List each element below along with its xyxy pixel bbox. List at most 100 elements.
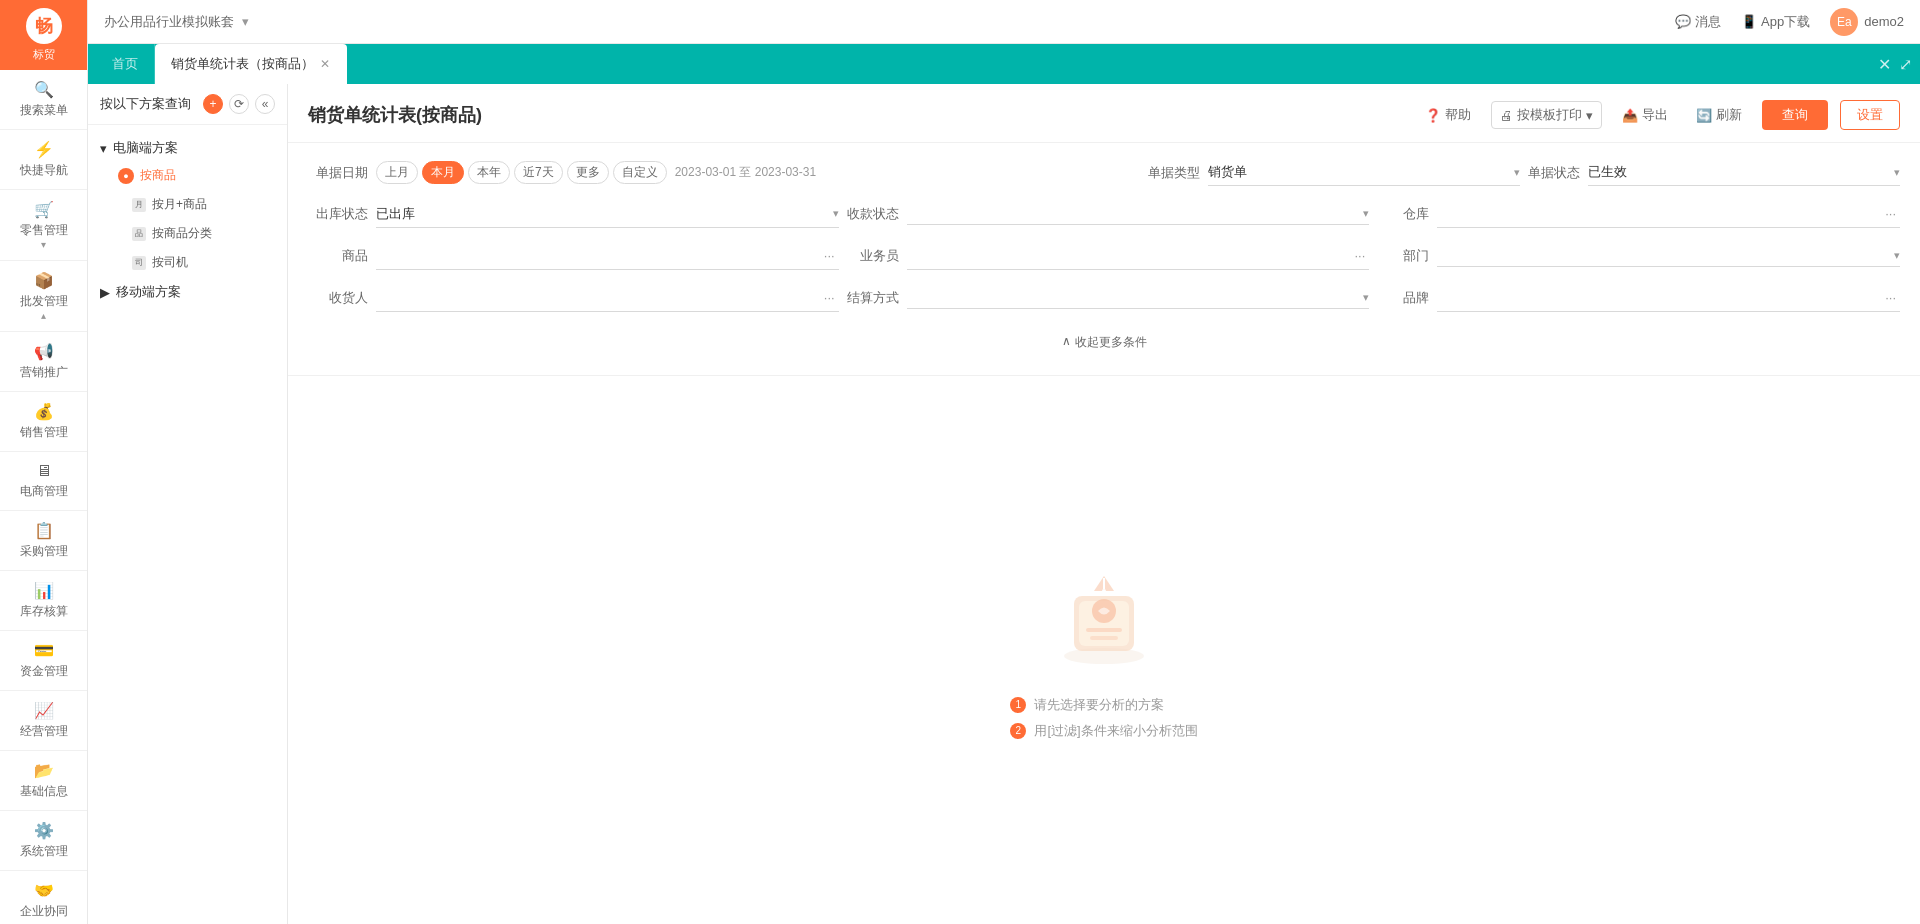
scheme-tree: ▾ 电脑端方案 ● 按商品 月 按月+商品 品 按商品分类 司 按司机 <box>88 125 287 313</box>
refresh-scheme-button[interactable]: ⟳ <box>229 94 249 114</box>
date-range-text: 2023-03-01 至 2023-03-31 <box>675 164 816 181</box>
more-options-icon[interactable]: ··· <box>1351 246 1370 265</box>
scheme-goods-category[interactable]: 品 按商品分类 <box>88 219 287 248</box>
sidebar-item-quick-nav[interactable]: ⚡ 快捷导航 <box>0 130 88 190</box>
sidebar-item-system[interactable]: ⚙️ 系统管理 <box>0 811 88 871</box>
brand-select[interactable]: ··· <box>1437 284 1900 312</box>
more-options-icon[interactable]: ··· <box>820 246 839 265</box>
chevron-down-icon: ▾ <box>1586 108 1593 123</box>
filter-doc-status: 单据状态 已生效 ▾ <box>1520 159 1900 186</box>
filter-out-status: 出库状态 已出库 ▾ <box>308 201 839 228</box>
tab-close-all-button[interactable]: ✕ <box>1878 55 1891 74</box>
sidebar-item-inventory[interactable]: 📊 库存核算 <box>0 571 88 631</box>
department-select[interactable]: ▾ <box>1437 245 1900 267</box>
mobile-scheme-group[interactable]: ▶ 移动端方案 <box>88 277 287 305</box>
tab-bar: 首页 销货单统计表（按商品） ✕ ✕ ⤢ <box>88 44 1920 84</box>
salesman-select[interactable]: ··· <box>907 242 1370 270</box>
top-header: 办公用品行业模拟账套 ▾ 💬 消息 📱 App下载 Ea demo2 <box>88 0 1920 44</box>
more-options-icon[interactable]: ··· <box>820 288 839 307</box>
chevron-down-icon: ▾ <box>41 239 46 250</box>
settings-button[interactable]: 设置 <box>1840 100 1900 130</box>
chevron-up-icon: ∧ <box>1062 334 1071 351</box>
sidebar: 畅 标贸 🔍 搜索菜单 ⚡ 快捷导航 🛒 零售管理 ▾ 📦 批发管理 ▴ 📢 营… <box>0 0 88 924</box>
settlement-label: 结算方式 <box>839 289 899 307</box>
left-panel-header: 按以下方案查询 + ⟳ « <box>88 84 287 125</box>
doc-type-select[interactable]: 销货单 ▾ <box>1208 159 1520 186</box>
help-button[interactable]: ❓ 帮助 <box>1417 102 1479 128</box>
filter-salesman: 业务员 ··· <box>839 242 1370 270</box>
date-btn-7days[interactable]: 近7天 <box>514 161 563 184</box>
panel-actions: + ⟳ « <box>203 94 275 114</box>
date-btn-more[interactable]: 更多 <box>567 161 609 184</box>
filter-payment-status: 收款状态 ▾ <box>839 203 1370 225</box>
date-btn-custom[interactable]: 自定义 <box>613 161 667 184</box>
sidebar-item-purchase[interactable]: 📋 采购管理 <box>0 511 88 571</box>
sidebar-item-enterprise[interactable]: 🤝 企业协同 <box>0 871 88 924</box>
tab-sales-stat[interactable]: 销货单统计表（按商品） ✕ <box>155 44 347 84</box>
sidebar-item-search[interactable]: 🔍 搜索菜单 <box>0 70 88 130</box>
tab-bar-actions: ✕ ⤢ <box>1878 55 1912 74</box>
header-left: 办公用品行业模拟账套 ▾ <box>104 13 249 31</box>
doc-type-label: 单据类型 <box>1140 164 1200 182</box>
query-button[interactable]: 查询 <box>1762 100 1828 130</box>
collapse-panel-button[interactable]: « <box>255 94 275 114</box>
chevron-down-icon: ▾ <box>1894 249 1900 262</box>
sidebar-item-wholesale[interactable]: 📦 批发管理 ▴ <box>0 261 88 332</box>
sidebar-item-finance[interactable]: 💳 资金管理 <box>0 631 88 691</box>
filter-area: 单据日期 上月 本月 本年 近7天 更多 自定义 2023-03-01 至 20… <box>288 143 1920 376</box>
date-btn-this-month[interactable]: 本月 <box>422 161 464 184</box>
sidebar-item-retail[interactable]: 🛒 零售管理 ▾ <box>0 190 88 261</box>
recipient-select[interactable]: ··· <box>376 284 839 312</box>
basic-icon: 📂 <box>34 761 54 780</box>
date-btn-this-year[interactable]: 本年 <box>468 161 510 184</box>
warehouse-select[interactable]: ··· <box>1437 200 1900 228</box>
payment-status-select[interactable]: ▾ <box>907 203 1370 225</box>
more-options-icon[interactable]: ··· <box>1881 204 1900 223</box>
collapse-filters-button[interactable]: ∧ 收起更多条件 <box>308 326 1900 359</box>
sub-scheme-icon: 品 <box>132 227 146 241</box>
svg-rect-4 <box>1086 628 1122 632</box>
sidebar-item-basic[interactable]: 📂 基础信息 <box>0 751 88 811</box>
tab-close-button[interactable]: ✕ <box>320 57 330 71</box>
refresh-button[interactable]: 🔄 刷新 <box>1688 102 1750 128</box>
scheme-by-machine[interactable]: 司 按司机 <box>88 248 287 277</box>
more-options-icon[interactable]: ··· <box>1881 288 1900 307</box>
settlement-select[interactable]: ▾ <box>907 287 1370 309</box>
page-title: 销货单统计表(按商品) <box>308 103 482 127</box>
chevron-down-icon: ▴ <box>41 310 46 321</box>
tab-restore-button[interactable]: ⤢ <box>1899 55 1912 74</box>
export-button[interactable]: 📤 导出 <box>1614 102 1676 128</box>
sidebar-item-operations[interactable]: 📈 经营管理 <box>0 691 88 751</box>
sidebar-item-ecommerce[interactable]: 🖥 电商管理 <box>0 452 88 511</box>
message-button[interactable]: 💬 消息 <box>1675 13 1721 31</box>
doc-status-select[interactable]: 已生效 ▾ <box>1588 159 1900 186</box>
tab-home[interactable]: 首页 <box>96 44 155 84</box>
app-download-button[interactable]: 📱 App下载 <box>1741 13 1810 31</box>
goods-label: 商品 <box>308 247 368 265</box>
avatar: Ea <box>1830 8 1858 36</box>
sub-scheme-icon: 月 <box>132 198 146 212</box>
message-icon: 💬 <box>1675 14 1691 29</box>
logo-text: 标贸 <box>33 47 55 62</box>
goods-select[interactable]: ··· <box>376 242 839 270</box>
print-button[interactable]: 🖨 按模板打印 ▾ <box>1491 101 1602 129</box>
app-logo[interactable]: 畅 标贸 <box>0 0 88 70</box>
date-btn-last-month[interactable]: 上月 <box>376 161 418 184</box>
dropdown-arrow-icon[interactable]: ▾ <box>242 14 249 29</box>
add-scheme-button[interactable]: + <box>203 94 223 114</box>
scheme-month-goods[interactable]: 月 按月+商品 <box>88 190 287 219</box>
user-menu-button[interactable]: Ea demo2 <box>1830 8 1904 36</box>
sales-icon: 💰 <box>34 402 54 421</box>
warehouse-label: 仓库 <box>1369 205 1429 223</box>
sidebar-item-sales[interactable]: 💰 销售管理 <box>0 392 88 452</box>
scheme-by-goods[interactable]: ● 按商品 <box>88 161 287 190</box>
filter-row-4: 收货人 ··· 结算方式 ▾ 品牌 <box>308 284 1900 312</box>
operations-icon: 📈 <box>34 701 54 720</box>
svg-rect-5 <box>1090 636 1118 640</box>
pc-scheme-group[interactable]: ▾ 电脑端方案 <box>88 133 287 161</box>
finance-icon: 💳 <box>34 641 54 660</box>
date-label: 单据日期 <box>308 164 368 182</box>
sidebar-item-marketing[interactable]: 📢 营销推广 <box>0 332 88 392</box>
out-status-select[interactable]: 已出库 ▾ <box>376 201 839 228</box>
content-area: 按以下方案查询 + ⟳ « ▾ 电脑端方案 ● 按商品 月 按月+ <box>88 84 1920 924</box>
